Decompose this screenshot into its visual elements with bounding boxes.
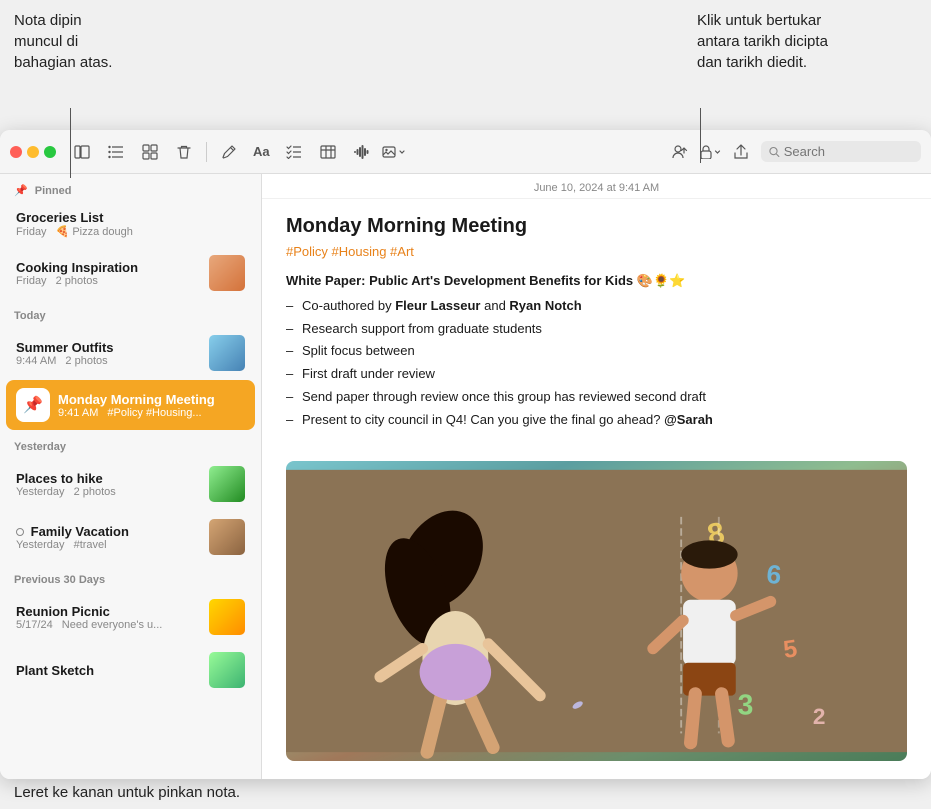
hike-thumbnail xyxy=(209,466,245,502)
share-contacts-button[interactable] xyxy=(666,138,694,166)
grid-view-button[interactable] xyxy=(136,138,164,166)
summer-thumbnail xyxy=(209,335,245,371)
sidebar: 📌 Pinned Groceries List Friday 🍕 Pizza d… xyxy=(0,174,262,779)
family-thumbnail xyxy=(209,519,245,555)
audio-button[interactable] xyxy=(348,138,376,166)
compose-button[interactable] xyxy=(215,138,243,166)
note-item-family[interactable]: Family Vacation Yesterday #travel xyxy=(6,511,255,563)
annotation-bottom: Leret ke kanan untuk pinkan nota. xyxy=(14,784,240,801)
paper-title: White Paper: Public Art's Development Be… xyxy=(286,271,907,292)
lock-button[interactable] xyxy=(700,138,721,166)
annotation-line-right xyxy=(700,108,701,163)
previous-section-header: Previous 30 Days xyxy=(0,564,261,590)
separator-1 xyxy=(206,142,207,162)
bullet-6: Present to city council in Q4! Can you g… xyxy=(286,410,907,431)
bullet-list: Co-authored by Fleur Lasseur and Ryan No… xyxy=(286,296,907,431)
bullet-1: Co-authored by Fleur Lasseur and Ryan No… xyxy=(286,296,907,317)
bullet-5: Send paper through review once this grou… xyxy=(286,387,907,408)
note-info-hike: Places to hike Yesterday 2 photos xyxy=(16,471,201,498)
plant-thumbnail xyxy=(209,652,245,688)
note-info-summer: Summer Outfits 9:44 AM 2 photos xyxy=(16,340,201,367)
note-title-summer: Summer Outfits xyxy=(16,340,201,355)
note-item-summer[interactable]: Summer Outfits 9:44 AM 2 photos xyxy=(6,327,255,379)
svg-text:2: 2 xyxy=(813,703,826,728)
list-view-button[interactable] xyxy=(102,138,130,166)
note-content: Monday Morning Meeting #Policy #Housing … xyxy=(262,199,931,449)
chalk-scene-svg: 8 6 5 3 2 xyxy=(286,461,907,761)
annotation-top-right: Klik untuk bertukar antara tarikh dicipt… xyxy=(697,10,917,73)
note-item-cooking[interactable]: Cooking Inspiration Friday 2 photos xyxy=(6,247,255,299)
delete-button[interactable] xyxy=(170,138,198,166)
note-meta-cooking: Friday 2 photos xyxy=(16,275,201,287)
yesterday-section-header: Yesterday xyxy=(0,431,261,457)
minimize-button[interactable] xyxy=(27,146,39,158)
table-button[interactable] xyxy=(314,138,342,166)
font-button[interactable]: Aa xyxy=(249,138,274,166)
note-tags: #Policy #Housing #Art xyxy=(286,244,907,259)
bullet-4: First draft under review xyxy=(286,364,907,385)
note-info-family: Family Vacation Yesterday #travel xyxy=(16,524,201,551)
bullet-3: Split focus between xyxy=(286,341,907,362)
note-title-hike: Places to hike xyxy=(16,471,201,486)
note-title-cooking: Cooking Inspiration xyxy=(16,260,201,275)
share-button[interactable] xyxy=(727,138,755,166)
note-meta-summer: 9:44 AM 2 photos xyxy=(16,355,201,367)
note-title-picnic: Reunion Picnic xyxy=(16,604,201,619)
app-window: Aa xyxy=(0,130,931,779)
note-body: White Paper: Public Art's Development Be… xyxy=(286,271,907,431)
note-info-groceries: Groceries List Friday 🍕 Pizza dough xyxy=(16,210,245,238)
note-meta-picnic: 5/17/24 Need everyone's u... xyxy=(16,619,201,631)
note-detail: June 10, 2024 at 9:41 AM Monday Morning … xyxy=(262,174,931,779)
note-info-cooking: Cooking Inspiration Friday 2 photos xyxy=(16,260,201,287)
note-item-picnic[interactable]: Reunion Picnic 5/17/24 Need everyone's u… xyxy=(6,591,255,643)
note-item-plant[interactable]: Plant Sketch xyxy=(6,644,255,696)
annotation-line-left xyxy=(70,108,71,178)
media-button[interactable] xyxy=(382,138,406,166)
maximize-button[interactable] xyxy=(44,146,56,158)
note-title-meeting: Monday Morning Meeting xyxy=(58,392,245,407)
bullet-2: Research support from graduate students xyxy=(286,319,907,340)
active-pin-icon: 📌 xyxy=(16,388,50,422)
checklist-button[interactable] xyxy=(280,138,308,166)
sidebar-toggle-button[interactable] xyxy=(68,138,96,166)
search-icon xyxy=(769,146,780,158)
note-item-meeting[interactable]: 📌 Monday Morning Meeting 9:41 AM #Policy… xyxy=(6,380,255,430)
traffic-lights xyxy=(10,146,56,158)
close-button[interactable] xyxy=(10,146,22,158)
picnic-thumbnail xyxy=(209,599,245,635)
search-input[interactable] xyxy=(784,144,913,159)
note-content-title: Monday Morning Meeting xyxy=(286,215,907,238)
cooking-thumbnail xyxy=(209,255,245,291)
note-meta-hike: Yesterday 2 photos xyxy=(16,486,201,498)
svg-text:3: 3 xyxy=(738,688,754,720)
toolbar: Aa xyxy=(0,130,931,174)
note-item-hike[interactable]: Places to hike Yesterday 2 photos xyxy=(6,458,255,510)
note-info-plant: Plant Sketch xyxy=(16,663,201,678)
svg-text:6: 6 xyxy=(765,558,782,589)
note-info-picnic: Reunion Picnic 5/17/24 Need everyone's u… xyxy=(16,604,201,631)
note-item-groceries[interactable]: Groceries List Friday 🍕 Pizza dough xyxy=(6,202,255,246)
search-box[interactable] xyxy=(761,141,921,162)
annotation-top-left: Nota dipin muncul di bahagian atas. xyxy=(14,10,112,73)
note-title-groceries: Groceries List xyxy=(16,210,245,225)
note-image: 8 6 5 3 2 xyxy=(286,461,907,761)
note-title-family: Family Vacation xyxy=(16,524,201,539)
pinned-section-header: 📌 Pinned xyxy=(0,174,261,201)
main-area: 📌 Pinned Groceries List Friday 🍕 Pizza d… xyxy=(0,174,931,779)
note-info-meeting: Monday Morning Meeting 9:41 AM #Policy #… xyxy=(58,392,245,419)
today-section-header: Today xyxy=(0,300,261,326)
note-date-header[interactable]: June 10, 2024 at 9:41 AM xyxy=(262,174,931,199)
note-meta-family: Yesterday #travel xyxy=(16,539,201,551)
note-title-plant: Plant Sketch xyxy=(16,663,201,678)
note-meta-groceries: Friday 🍕 Pizza dough xyxy=(16,225,245,238)
note-meta-meeting: 9:41 AM #Policy #Housing... xyxy=(58,407,245,419)
